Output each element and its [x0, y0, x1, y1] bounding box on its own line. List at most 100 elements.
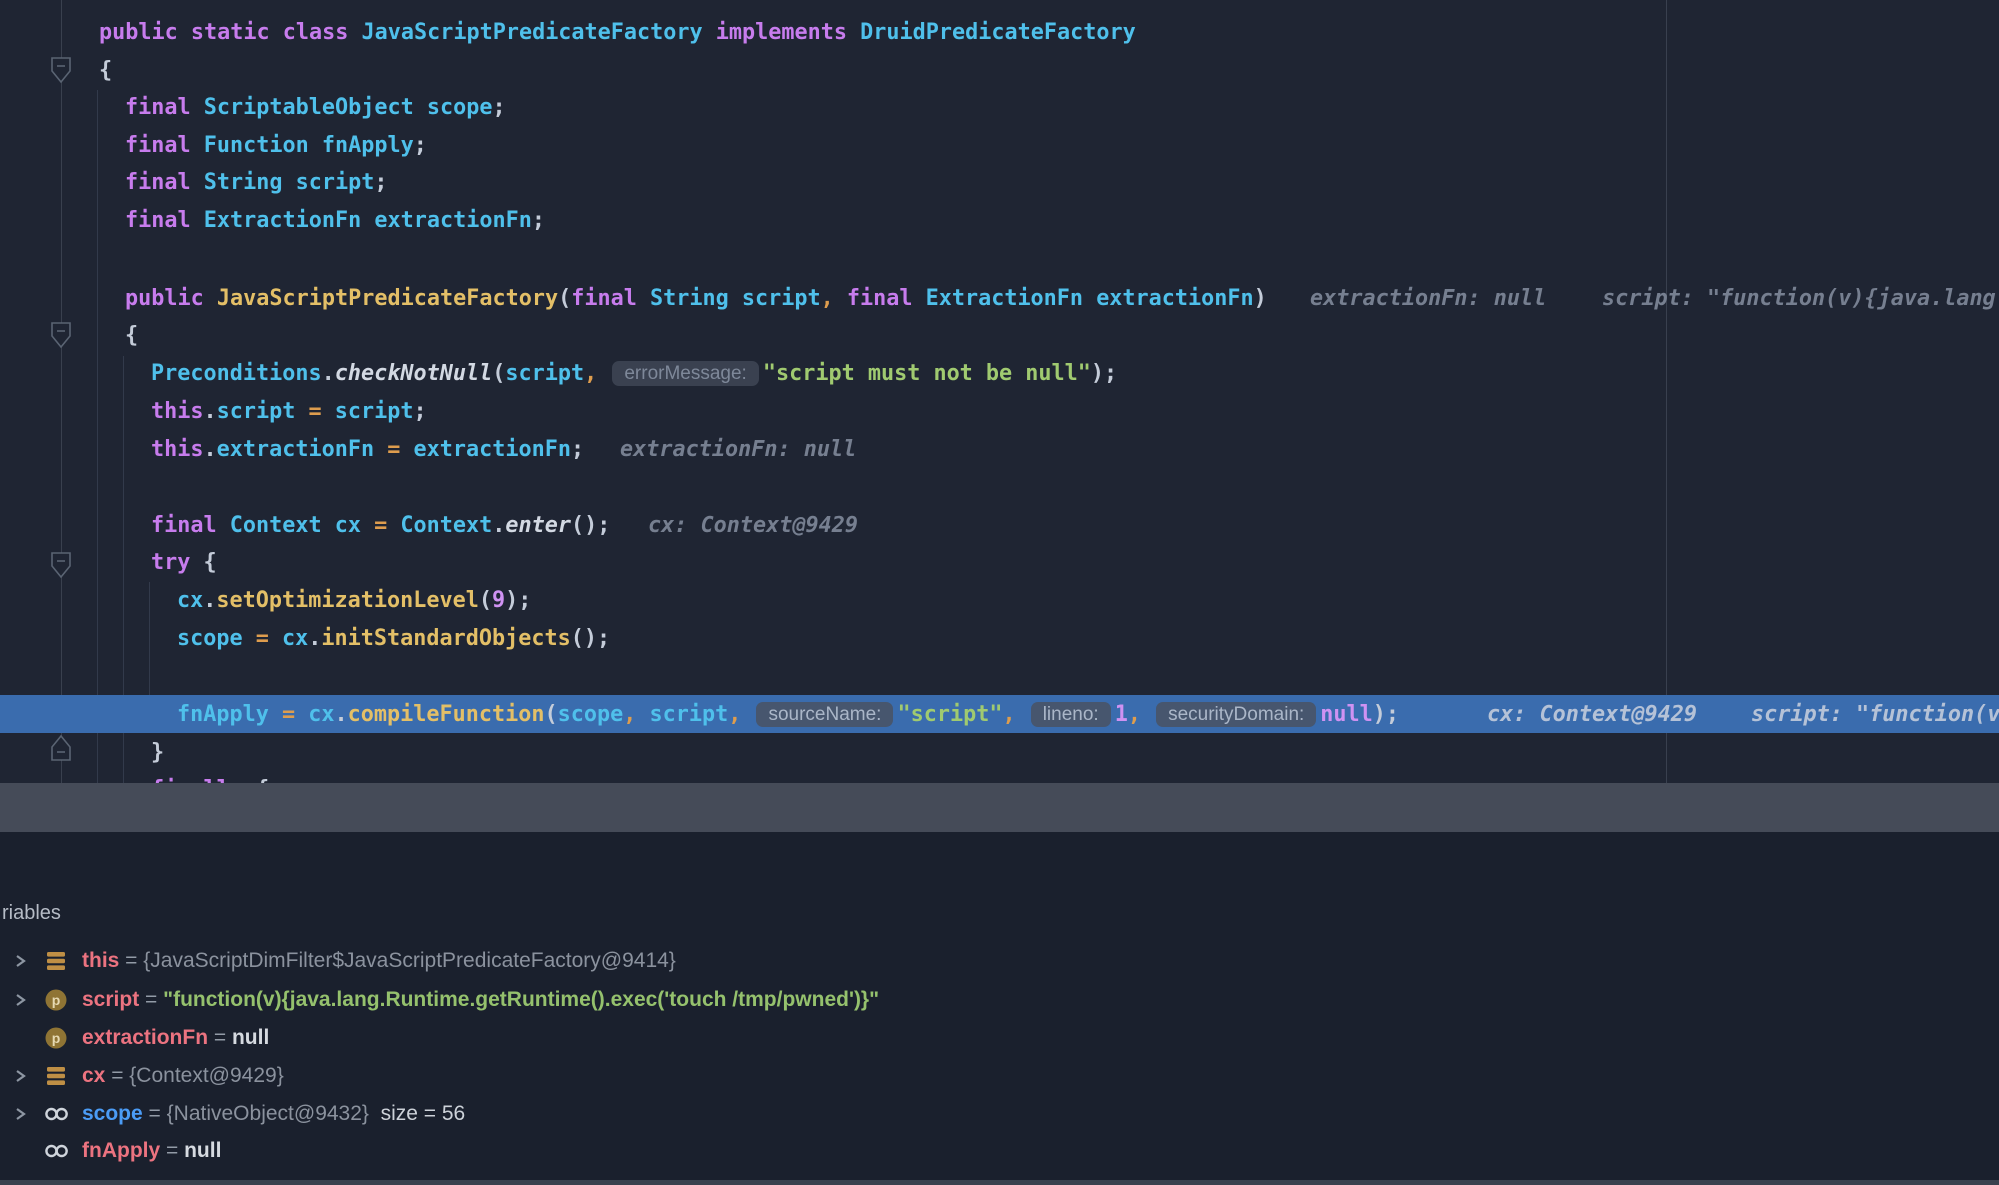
code-token: (: [544, 701, 558, 727]
debugger-inline-hint: extractionFn: null: [620, 436, 857, 462]
code-token: .: [492, 512, 506, 538]
code-line: final Function fnApply;: [0, 126, 1999, 164]
code-token: extractionFn: [374, 207, 532, 233]
code-token: cx: [282, 625, 309, 651]
code-token: .: [203, 436, 217, 462]
variable-value: {NativeObject@9432}: [166, 1102, 369, 1125]
variable-value: null: [231, 1026, 270, 1049]
code-token: scope: [177, 625, 243, 651]
code-token: (: [558, 285, 572, 311]
watch-icon: [44, 1102, 70, 1126]
code-line: final String script;: [0, 163, 1999, 201]
code-token: script: [741, 285, 821, 311]
code-token: {: [99, 57, 113, 83]
variable-row-script[interactable]: p script = "function(v){java.lang.Runtime…: [0, 981, 1999, 1019]
code-token: final: [151, 512, 230, 538]
code-token: ;: [413, 132, 427, 158]
equals-sign: =: [160, 1139, 185, 1162]
code-token: Function: [203, 132, 309, 158]
code-token: ,: [1127, 701, 1141, 727]
expand-chevron-icon[interactable]: [0, 952, 44, 970]
code-token: String: [203, 169, 283, 195]
code-token: ExtractionFn: [925, 285, 1084, 311]
expand-chevron-icon[interactable]: [0, 1067, 44, 1085]
parameter-hint-pill: lineno:: [1030, 701, 1111, 727]
code-line: this. extractionFn = extractionFn; extract…: [0, 430, 1999, 468]
code-token: ): [1253, 285, 1267, 311]
code-token: final: [571, 285, 650, 311]
variable-row-scope[interactable]: scope = {NativeObject@9432} size = 56: [0, 1095, 1999, 1133]
variable-value: "function(v){java.lang.Runtime.getRuntim…: [163, 988, 880, 1011]
fold-collapse-icon[interactable]: [50, 321, 72, 353]
code-token: =: [308, 398, 322, 424]
expand-chevron-icon[interactable]: [0, 991, 44, 1009]
code-token: final: [846, 285, 926, 311]
code-editor[interactable]: public static class JavaScriptPredicateF…: [0, 0, 1999, 783]
code-token: ;: [492, 94, 506, 120]
code-line: final Context cx = Context. enter (); cx: C…: [0, 506, 1999, 544]
equals-sign: =: [139, 988, 164, 1011]
variable-name: cx: [82, 1064, 106, 1087]
code-token: ,: [1002, 701, 1016, 727]
code-line: public JavaScriptPredicateFactory(final …: [0, 279, 1999, 317]
parameter-icon: p: [44, 988, 70, 1012]
variable-name: fnApply: [82, 1139, 161, 1162]
code-token: .: [308, 625, 322, 651]
code-token: final: [125, 169, 204, 195]
variable-row-extractionFn[interactable]: p extractionFn = null: [0, 1019, 1999, 1057]
code-token: 9: [491, 587, 506, 613]
equals-sign: =: [105, 1064, 130, 1087]
code-token: initStandardObjects: [321, 625, 571, 651]
code-token: String: [649, 285, 729, 311]
panel-divider-toolbar: [0, 783, 1999, 832]
code-line: {: [0, 51, 1999, 89]
code-token: script: [295, 169, 375, 195]
code-token: script: [216, 398, 296, 424]
code-token: null: [1320, 701, 1373, 727]
code-token: public: [125, 285, 217, 311]
variable-row-this[interactable]: this = {JavaScriptDimFilter$JavaScriptPr…: [0, 942, 1999, 980]
watch-icon: [44, 1139, 70, 1163]
code-token: fnApply: [321, 132, 414, 158]
code-token: ,: [820, 285, 834, 311]
debugger-inline-hint: script: "function(v){java.lang: [1602, 285, 1996, 311]
this-icon: [44, 1064, 70, 1088]
code-line: }: [0, 733, 1999, 771]
variable-row-fnApply[interactable]: fnApply = null: [0, 1132, 1999, 1170]
parameter-hint-pill: errorMessage:: [612, 360, 759, 386]
variable-row-cx[interactable]: cx = {Context@9429}: [0, 1057, 1999, 1095]
variables-panel: riables this = {JavaScriptDimFilter$Java…: [0, 832, 1999, 1185]
code-token: (: [492, 360, 506, 386]
code-token: .: [203, 398, 217, 424]
code-token: extractionFn: [216, 436, 375, 462]
code-token: cx: [177, 587, 204, 613]
code-token: =: [387, 436, 401, 462]
fold-collapse-icon[interactable]: [50, 551, 72, 583]
code-token: }: [151, 739, 165, 765]
code-token: script: [649, 701, 729, 727]
debugger-inline-hint: extractionFn: null: [1310, 285, 1547, 311]
code-line: scope = cx. initStandardObjects ();: [0, 619, 1999, 657]
code-token: cx: [308, 701, 335, 727]
debugger-inline-hint: script: "function(v: [1751, 701, 1999, 727]
variable-name: this: [82, 949, 120, 972]
fold-end-icon[interactable]: [50, 734, 72, 766]
expand-chevron-icon[interactable]: [0, 1105, 44, 1123]
code-token: JavaScriptPredicateFactory: [216, 285, 559, 311]
code-token: {: [125, 322, 139, 348]
fold-collapse-icon[interactable]: [50, 56, 72, 88]
code-token: ();: [571, 512, 611, 538]
code-token: implements: [702, 19, 861, 45]
code-token: compileFunction: [347, 701, 545, 727]
